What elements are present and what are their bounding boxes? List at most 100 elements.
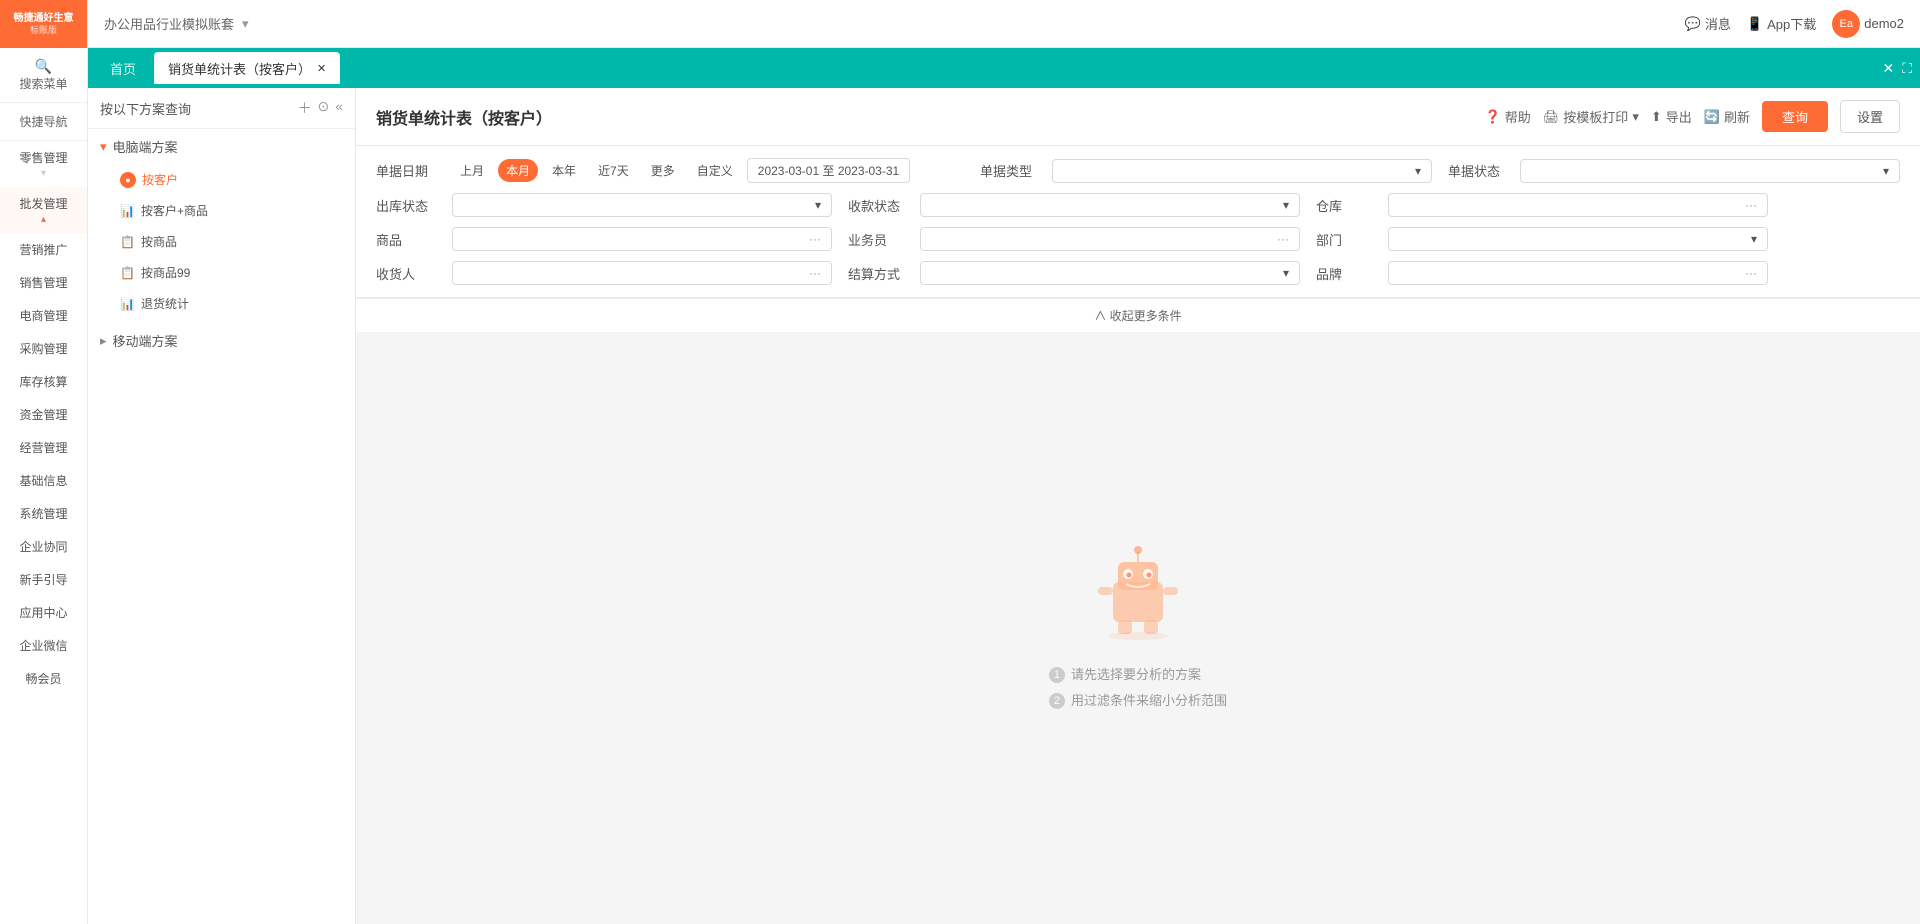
out-status-selector[interactable]: ▾ xyxy=(452,193,832,217)
sidebar-item-appcenter[interactable]: 应用中心 xyxy=(0,596,87,629)
filter-row-1: 单据日期 上月 本月 本年 近7天 更多 自定义 2023-03-01 至 20… xyxy=(376,158,1900,183)
doc-status-arrow: ▾ xyxy=(1883,164,1889,178)
right-panel: 销货单统计表（按客户） ❓ 帮助 🖨 按模板打印 ▾ ⬆ 导出 xyxy=(356,88,1920,924)
department-selector[interactable]: ▾ xyxy=(1388,227,1768,251)
sidebar-item-marketing[interactable]: 营销推广 xyxy=(0,233,87,266)
settings-scheme-btn[interactable]: ⊙ xyxy=(317,98,329,118)
sidebar-item-cooperation[interactable]: 企业协同 xyxy=(0,530,87,563)
scheme-by-customer[interactable]: ● 按客户 xyxy=(108,164,355,195)
scheme-actions: ＋ ⊙ « xyxy=(297,98,343,118)
tab-close-window-icon[interactable]: ✕ xyxy=(1882,60,1894,77)
date-range-display[interactable]: 2023-03-01 至 2023-03-31 xyxy=(747,158,910,183)
user-name: demo2 xyxy=(1864,16,1904,31)
step-1-num: 1 xyxy=(1049,667,1065,683)
refresh-btn[interactable]: 🔄 刷新 xyxy=(1704,107,1750,126)
left-panel: 按以下方案查询 ＋ ⊙ « ▾ 电脑端方案 ● 按客户 📊 按客 xyxy=(88,88,356,924)
page-title: 销货单统计表（按客户） xyxy=(376,105,552,129)
sidebar-item-sales[interactable]: 销售管理 xyxy=(0,266,87,299)
sidebar-item-operations[interactable]: 经营管理 xyxy=(0,431,87,464)
desktop-expand-icon: ▾ xyxy=(100,139,107,155)
sidebar-item-label: 企业微信 xyxy=(19,637,67,654)
sidebar-arrow-wholesale: ▴ xyxy=(41,214,46,225)
sidebar-logo: 畅捷通好生意 标账版 xyxy=(0,0,87,48)
title-dropdown-arrow[interactable]: ▾ xyxy=(242,16,249,32)
brand-selector[interactable]: ··· xyxy=(1388,261,1768,285)
sidebar-item-newbie[interactable]: 新手引导 xyxy=(0,563,87,596)
desktop-tree-children: ● 按客户 📊 按客户+商品 📋 按商品 📋 按商品99 📊 退货统 xyxy=(88,164,355,319)
query-button[interactable]: 查询 xyxy=(1762,101,1828,132)
tab-maximize-area: ✕ ⛶ xyxy=(1882,60,1912,77)
date-btn-this-month[interactable]: 本月 xyxy=(498,159,538,182)
sidebar-item-wholesale[interactable]: 批发管理 ▴ xyxy=(0,187,87,233)
date-btn-more[interactable]: 更多 xyxy=(643,159,683,182)
tab-expand-icon[interactable]: ⛶ xyxy=(1902,60,1912,77)
scheme-by-product[interactable]: 📋 按商品 xyxy=(108,226,355,257)
scheme-return-stats[interactable]: 📊 退货统计 xyxy=(108,288,355,319)
top-bar-right: 💬 消息 📱 App下载 Ea demo2 xyxy=(1685,10,1904,38)
date-btn-custom[interactable]: 自定义 xyxy=(689,159,741,182)
desktop-section-header[interactable]: ▾ 电脑端方案 xyxy=(88,129,355,164)
sidebar-item-inventory[interactable]: 库存核算 xyxy=(0,365,87,398)
department-arrow: ▾ xyxy=(1751,232,1757,246)
sidebar-item-retail[interactable]: 零售管理 ▾ xyxy=(0,141,87,187)
sidebar-item-wechat[interactable]: 企业微信 xyxy=(0,629,87,662)
mobile-section-header[interactable]: ▸ 移动端方案 xyxy=(88,323,355,358)
sidebar-item-label: 销售管理 xyxy=(19,274,67,291)
page-header: 销货单统计表（按客户） ❓ 帮助 🖨 按模板打印 ▾ ⬆ 导出 xyxy=(356,88,1920,146)
scheme-by-product-label: 按商品 xyxy=(141,233,177,250)
scheme-query-label: 按以下方案查询 xyxy=(100,99,191,118)
sidebar-item-ecommerce[interactable]: 电商管理 xyxy=(0,299,87,332)
receipt-status-selector[interactable]: ▾ xyxy=(920,193,1300,217)
help-btn[interactable]: ❓ 帮助 xyxy=(1485,107,1531,126)
collapse-filters-btn[interactable]: ∧ 收起更多条件 xyxy=(356,298,1920,332)
doc-status-selector[interactable]: ▾ xyxy=(1520,159,1900,183)
filter-row-4: 收货人 ··· 结算方式 ▾ 品牌 ··· xyxy=(376,261,1900,285)
scheme-list2-icon: 📋 xyxy=(120,266,135,280)
tab-home[interactable]: 首页 xyxy=(96,52,150,84)
date-btn-this-year[interactable]: 本年 xyxy=(544,159,584,182)
sidebar-item-procurement[interactable]: 采购管理 xyxy=(0,332,87,365)
user-menu[interactable]: Ea demo2 xyxy=(1832,10,1904,38)
print-btn[interactable]: 🖨 按模板打印 ▾ xyxy=(1543,107,1639,126)
brand-dots: ··· xyxy=(1745,266,1757,280)
payment-selector[interactable]: ▾ xyxy=(920,261,1300,285)
top-bar-left: 办公用品行业模拟账套 ▾ xyxy=(104,14,249,33)
date-filter-label: 单据日期 xyxy=(376,161,436,180)
scheme-customer-product[interactable]: 📊 按客户+商品 xyxy=(108,195,355,226)
message-btn[interactable]: 💬 消息 xyxy=(1685,14,1731,33)
mobile-expand-icon: ▸ xyxy=(100,333,107,349)
help-label: 帮助 xyxy=(1505,107,1531,126)
logo-text-2: 标账版 xyxy=(30,25,57,37)
doc-type-arrow: ▾ xyxy=(1415,164,1421,178)
collapse-panel-btn[interactable]: « xyxy=(335,98,343,118)
tab-close-btn[interactable]: ✕ xyxy=(317,62,326,75)
empty-step-2: 2 用过滤条件来缩小分析范围 xyxy=(1049,688,1227,714)
tab-sales-stats[interactable]: 销货单统计表（按客户） ✕ xyxy=(154,52,340,84)
date-btn-last-7days[interactable]: 近7天 xyxy=(590,159,637,182)
refresh-label: 刷新 xyxy=(1724,107,1750,126)
empty-illustration xyxy=(1088,542,1188,642)
recipient-selector[interactable]: ··· xyxy=(452,261,832,285)
doc-type-selector[interactable]: ▾ xyxy=(1052,159,1432,183)
app-download-btn[interactable]: 📱 App下载 xyxy=(1747,14,1816,33)
goods-selector[interactable]: ··· xyxy=(452,227,832,251)
warehouse-label: 仓库 xyxy=(1316,196,1372,215)
quick-nav-btn[interactable]: 快捷导航 xyxy=(0,103,87,141)
settings-button[interactable]: 设置 xyxy=(1840,100,1900,133)
scheme-bar-icon: 📊 xyxy=(120,297,135,311)
sidebar-item-member[interactable]: 畅会员 xyxy=(0,662,87,695)
warehouse-dots: ··· xyxy=(1745,198,1757,212)
date-btn-last-month[interactable]: 上月 xyxy=(452,159,492,182)
scheme-product-99[interactable]: 📋 按商品99 xyxy=(108,257,355,288)
sidebar-arrow-retail: ▾ xyxy=(41,168,46,179)
salesperson-selector[interactable]: ··· xyxy=(920,227,1300,251)
scheme-return-stats-label: 退货统计 xyxy=(141,295,189,312)
sidebar-item-system[interactable]: 系统管理 xyxy=(0,497,87,530)
sidebar-item-basic[interactable]: 基础信息 xyxy=(0,464,87,497)
warehouse-selector[interactable]: ··· xyxy=(1388,193,1768,217)
add-scheme-btn[interactable]: ＋ xyxy=(297,98,311,118)
export-btn[interactable]: ⬆ 导出 xyxy=(1651,107,1692,126)
salesperson-dots: ··· xyxy=(1277,232,1289,246)
sidebar-item-finance[interactable]: 资金管理 xyxy=(0,398,87,431)
search-menu-btn[interactable]: 🔍 搜索菜单 xyxy=(0,48,87,103)
